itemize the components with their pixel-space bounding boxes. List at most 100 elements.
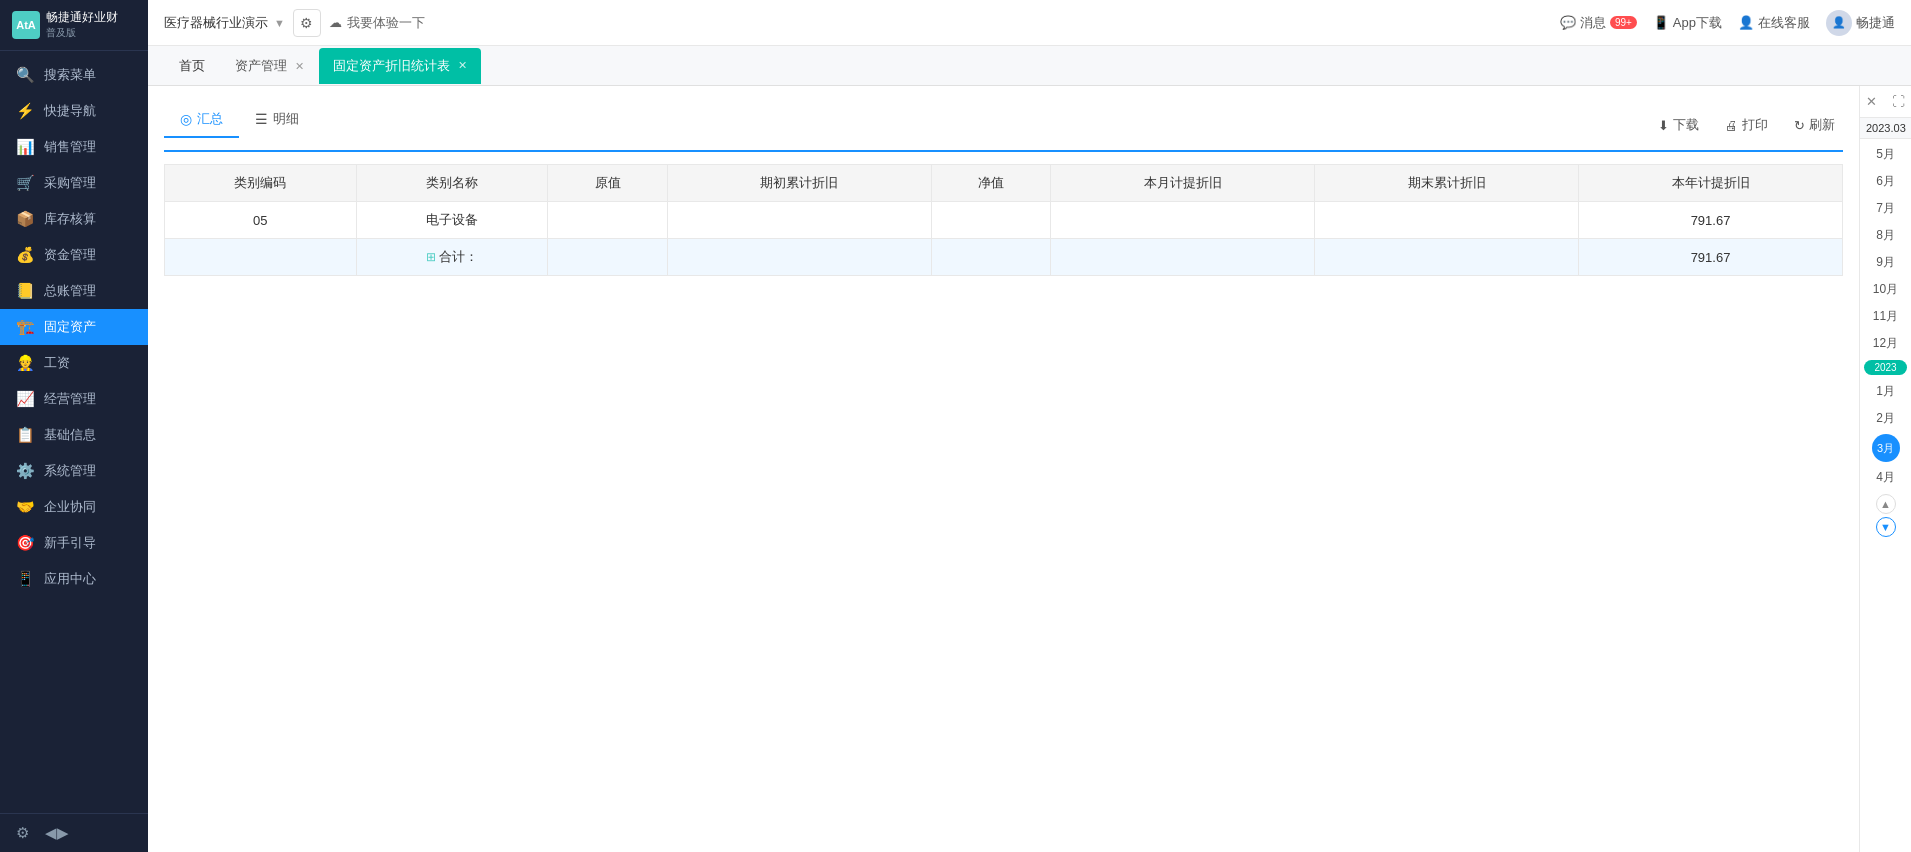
content-main: ◎ 汇总 ☰ 明细 ⬇ 下载 🖨 打印 [148,86,1859,852]
close-tab-asset-icon[interactable]: ✕ [295,60,304,73]
user-profile[interactable]: 👤 畅捷通 [1826,10,1895,36]
collapse-icon[interactable]: ◀▶ [45,824,69,842]
month-item-2[interactable]: 2月 [1860,405,1911,432]
month-item-10[interactable]: 10月 [1860,276,1911,303]
right-panel: ✕ ⛶ 2023.03 5月 6月 7月 8月 9月 10月 11月 12月 2… [1859,86,1911,852]
sidebar-item-fixed-assets[interactable]: 🏗️ 固定资产 [0,309,148,345]
nav-up-icon[interactable]: ▲ [1876,494,1896,514]
apps-icon: 📱 [16,570,34,588]
sidebar-item-basic-info[interactable]: 📋 基础信息 [0,417,148,453]
subtab-summary-label: 汇总 [197,110,223,128]
sidebar-item-inventory[interactable]: 📦 库存核算 [0,201,148,237]
subtab-bar: ◎ 汇总 ☰ 明细 [164,102,315,138]
sidebar-item-label: 销售管理 [44,138,96,156]
tab-asset-management[interactable]: 资产管理 ✕ [220,48,319,84]
sidebar-item-label: 企业协同 [44,498,96,516]
funds-icon: 💰 [16,246,34,264]
sidebar-item-collab[interactable]: 🤝 企业协同 [0,489,148,525]
col-header-original: 原值 [548,165,667,202]
sidebar-nav: 🔍 搜索菜单 ⚡ 快捷导航 📊 销售管理 🛒 采购管理 📦 库存核算 💰 资金管… [0,51,148,813]
summary-month-dep [1051,239,1315,276]
sidebar-item-quicknav[interactable]: ⚡ 快捷导航 [0,93,148,129]
online-service-btn[interactable]: 👤 在线客服 [1738,14,1810,32]
month-item-6[interactable]: 6月 [1860,168,1911,195]
close-panel-icon[interactable]: ✕ [1866,94,1877,109]
sidebar-item-purchase[interactable]: 🛒 采购管理 [0,165,148,201]
cell-code: 05 [165,202,357,239]
quicknav-icon: ⚡ [16,102,34,120]
summary-original [548,239,667,276]
company-name: 医疗器械行业演示 [164,14,268,32]
message-badge: 99+ [1610,16,1637,29]
summary-begin-acc [667,239,931,276]
sidebar-item-label: 工资 [44,354,70,372]
sidebar-item-label: 基础信息 [44,426,96,444]
month-item-5[interactable]: 5月 [1860,141,1911,168]
summary-net [931,239,1050,276]
download-btn[interactable]: ⬇ 下载 [1650,112,1707,138]
print-icon: 🖨 [1725,118,1738,133]
app-download-btn[interactable]: 📱 App下载 [1653,14,1722,32]
logo-icon: AtA [12,11,40,39]
sidebar-item-funds[interactable]: 💰 资金管理 [0,237,148,273]
sidebar-item-search[interactable]: 🔍 搜索菜单 [0,57,148,93]
panel-header: ✕ ⛶ [1860,86,1911,118]
expand-panel-icon[interactable]: ⛶ [1892,94,1905,109]
tab-depreciation-label: 固定资产折旧统计表 [333,57,450,75]
summary-icon-cell [165,239,357,276]
gear-button[interactable]: ⚙ [293,9,321,37]
username: 畅捷通 [1856,14,1895,32]
tab-asset-label: 资产管理 [235,57,287,75]
main-area: 医疗器械行业演示 ▼ ⚙ ☁ 我要体验一下 💬 消息 99+ 📱 App下载 [148,0,1911,852]
sales-icon: 📊 [16,138,34,156]
sidebar-item-operations[interactable]: 📈 经营管理 [0,381,148,417]
company-selector[interactable]: 医疗器械行业演示 ▼ [164,14,285,32]
col-header-month-dep: 本月计提折旧 [1051,165,1315,202]
sidebar-item-label: 总账管理 [44,282,96,300]
chevron-down-icon: ▼ [274,17,285,29]
ledger-icon: 📒 [16,282,34,300]
month-item-8[interactable]: 8月 [1860,222,1911,249]
sidebar-item-sales[interactable]: 📊 销售管理 [0,129,148,165]
message-label: 消息 [1580,14,1606,32]
sidebar-item-label: 新手引导 [44,534,96,552]
fixed-assets-icon: 🏗️ [16,318,34,336]
sidebar-item-guide[interactable]: 🎯 新手引导 [0,525,148,561]
month-item-1[interactable]: 1月 [1860,378,1911,405]
app-name: 畅捷通好业财 [46,10,118,26]
cell-year-dep: 791.67 [1579,202,1843,239]
sidebar-item-apps[interactable]: 📱 应用中心 [0,561,148,597]
avatar: 👤 [1826,10,1852,36]
sidebar-item-label: 采购管理 [44,174,96,192]
month-item-7[interactable]: 7月 [1860,195,1911,222]
print-btn[interactable]: 🖨 打印 [1717,112,1776,138]
settings-icon[interactable]: ⚙ [16,824,29,842]
sum-icon: ⊞ [426,250,436,264]
refresh-btn[interactable]: ↻ 刷新 [1786,112,1843,138]
experience-label: 我要体验一下 [347,14,425,32]
guide-icon: 🎯 [16,534,34,552]
message-btn[interactable]: 💬 消息 99+ [1560,14,1637,32]
sidebar-item-label: 资金管理 [44,246,96,264]
experience-btn[interactable]: ☁ 我要体验一下 [329,14,425,32]
tab-home[interactable]: 首页 [164,48,220,84]
cell-original [548,202,667,239]
month-item-3-current[interactable]: 3月 [1872,434,1900,462]
month-item-4[interactable]: 4月 [1860,464,1911,491]
subtab-detail[interactable]: ☰ 明细 [239,102,315,138]
subtab-summary[interactable]: ◎ 汇总 [164,102,239,138]
close-tab-depreciation-icon[interactable]: ✕ [458,59,467,72]
sidebar-item-system[interactable]: ⚙️ 系统管理 [0,453,148,489]
summary-icon: ◎ [180,111,192,127]
service-icon: 👤 [1738,15,1754,30]
col-header-year-dep: 本年计提折旧 [1579,165,1843,202]
tab-depreciation-report[interactable]: 固定资产折旧统计表 ✕ [319,48,481,84]
month-item-11[interactable]: 11月 [1860,303,1911,330]
month-item-12[interactable]: 12月 [1860,330,1911,357]
search-icon: 🔍 [16,66,34,84]
sidebar-item-payroll[interactable]: 👷 工资 [0,345,148,381]
payroll-icon: 👷 [16,354,34,372]
month-item-9[interactable]: 9月 [1860,249,1911,276]
nav-down-icon[interactable]: ▼ [1876,517,1896,537]
sidebar-item-ledger[interactable]: 📒 总账管理 [0,273,148,309]
